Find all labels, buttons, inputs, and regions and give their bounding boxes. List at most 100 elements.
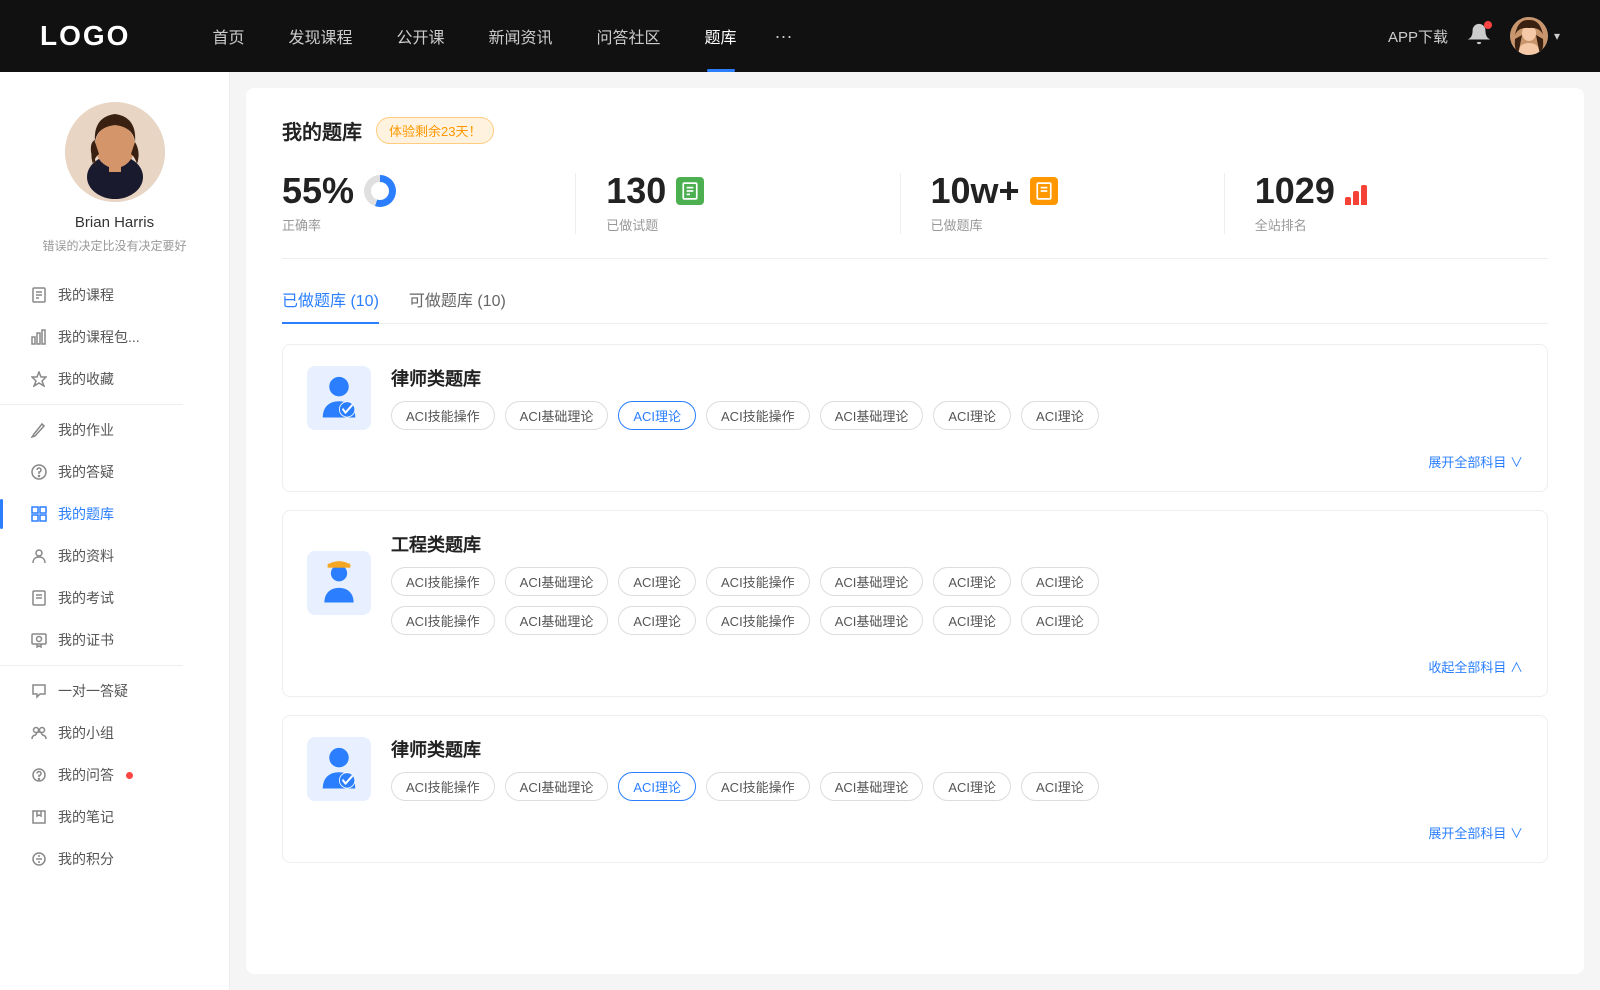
collapse-link-2[interactable]: 收起全部科目 ∧ (307, 657, 1523, 676)
tab-todo[interactable]: 可做题库 (10) (409, 287, 506, 323)
qa-icon (30, 766, 48, 784)
profile-name: Brian Harris (75, 214, 154, 231)
tag-2-1[interactable]: ACI基础理论 (505, 567, 609, 596)
bank-name-label-3: 律师类题库 (391, 736, 1099, 762)
tag-2-3[interactable]: ACI技能操作 (706, 567, 810, 596)
tag-3-0[interactable]: ACI技能操作 (391, 772, 495, 801)
sidebar-item-questionbank[interactable]: 我的题库 (0, 493, 229, 535)
stat-questions-done-label: 已做试题 (606, 215, 658, 234)
sidebar-label-group: 我的小组 (58, 723, 114, 743)
sidebar-item-certificate[interactable]: 我的证书 (0, 619, 229, 661)
sidebar-item-homework[interactable]: 我的作业 (0, 409, 229, 451)
stat-accuracy-value: 55% (282, 173, 354, 209)
bank-name-1: 律师类题库 ACI技能操作 ACI基础理论 ACI理论 ACI技能操作 ACI基… (391, 365, 1099, 430)
tag-2-2[interactable]: ACI理论 (618, 567, 696, 596)
sidebar-item-favorites[interactable]: 我的收藏 (0, 358, 229, 400)
sidebar-item-profile[interactable]: 我的资料 (0, 535, 229, 577)
tag-1-3[interactable]: ACI技能操作 (706, 401, 810, 430)
tag-3-6[interactable]: ACI理论 (1021, 772, 1099, 801)
tag-1-5[interactable]: ACI理论 (933, 401, 1011, 430)
tag-3-3[interactable]: ACI技能操作 (706, 772, 810, 801)
tag-2b-4[interactable]: ACI基础理论 (820, 606, 924, 635)
cert-icon (30, 631, 48, 649)
tag-2b-0[interactable]: ACI技能操作 (391, 606, 495, 635)
sidebar-label-course-package: 我的课程包... (58, 327, 140, 347)
tags-row-3: ACI技能操作 ACI基础理论 ACI理论 ACI技能操作 ACI基础理论 AC… (391, 772, 1099, 801)
person-icon (30, 547, 48, 565)
bank-name-2-wrap: 工程类题库 ACI技能操作 ACI基础理论 ACI理论 ACI技能操作 ACI基… (391, 531, 1523, 635)
tag-3-1[interactable]: ACI基础理论 (505, 772, 609, 801)
stat-banks-done-value: 10w+ (931, 173, 1020, 209)
tag-2-6[interactable]: ACI理论 (1021, 567, 1099, 596)
doc-orange-icon (1030, 177, 1058, 205)
bar3 (1361, 185, 1367, 205)
avatar-chevron: ▾ (1554, 29, 1560, 43)
sidebar-item-group[interactable]: 我的小组 (0, 712, 229, 754)
stat-rank-row: 1029 (1255, 173, 1373, 209)
nav-questionbank[interactable]: 题库 (683, 0, 759, 72)
sidebar-label-qa: 我的答疑 (58, 462, 114, 482)
sidebar-label-points: 我的积分 (58, 849, 114, 869)
sidebar-item-exam[interactable]: 我的考试 (0, 577, 229, 619)
tag-2-4[interactable]: ACI基础理论 (820, 567, 924, 596)
logo: LOGO (40, 20, 130, 52)
tag-2-5[interactable]: ACI理论 (933, 567, 1011, 596)
expand-link-1[interactable]: 展开全部科目 ∨ (307, 452, 1523, 471)
question-icon (30, 463, 48, 481)
app-download-link[interactable]: APP下载 (1388, 26, 1448, 47)
sidebar-item-points[interactable]: 我的积分 (0, 838, 229, 880)
sidebar-label-courses: 我的课程 (58, 285, 114, 305)
tag-1-4[interactable]: ACI基础理论 (820, 401, 924, 430)
nav-more[interactable]: ··· (759, 0, 809, 72)
tag-2b-6[interactable]: ACI理论 (1021, 606, 1099, 635)
nav-opencourse[interactable]: 公开课 (374, 0, 466, 72)
stat-questions-done-row: 130 (606, 173, 704, 209)
bank-card-1: 律师类题库 ACI技能操作 ACI基础理论 ACI理论 ACI技能操作 ACI基… (282, 344, 1548, 492)
tag-3-2[interactable]: ACI理论 (618, 772, 696, 801)
sidebar-item-1on1[interactable]: 一对一答疑 (0, 670, 229, 712)
tag-2b-5[interactable]: ACI理论 (933, 606, 1011, 635)
stat-questions-done: 130 已做试题 (576, 173, 900, 234)
profile-avatar (65, 102, 165, 202)
nav-qa[interactable]: 问答社区 (575, 0, 683, 72)
sidebar-item-qa[interactable]: 我的答疑 (0, 451, 229, 493)
stat-rank-label: 全站排名 (1255, 215, 1307, 234)
nav-news[interactable]: 新闻资讯 (467, 0, 575, 72)
nav-home[interactable]: 首页 (190, 0, 266, 72)
notification-bell[interactable] (1468, 23, 1490, 50)
doc-icon (30, 589, 48, 607)
profile-motto: 错误的决定比没有决定要好 (42, 237, 186, 254)
stat-banks-done-label: 已做题库 (931, 215, 983, 234)
divider1 (0, 404, 183, 405)
sidebar-item-course-package[interactable]: 我的课程包... (0, 316, 229, 358)
expand-link-3[interactable]: 展开全部科目 ∨ (307, 823, 1523, 842)
divider2 (0, 665, 183, 666)
tag-3-5[interactable]: ACI理论 (933, 772, 1011, 801)
tag-1-2[interactable]: ACI理论 (618, 401, 696, 430)
nav-discover[interactable]: 发现课程 (266, 0, 374, 72)
bank-name-label-2: 工程类题库 (391, 531, 1523, 557)
stats-row: 55% 正确率 130 已做试题 10w+ (282, 173, 1548, 259)
tag-2-0[interactable]: ACI技能操作 (391, 567, 495, 596)
tab-done[interactable]: 已做题库 (10) (282, 287, 379, 323)
sidebar-label-questionbank: 我的题库 (58, 504, 114, 524)
sidebar: Brian Harris 错误的决定比没有决定要好 我的课程 我的课程包... (0, 72, 230, 990)
sidebar-label-myqa: 我的问答 (58, 765, 114, 785)
tag-2b-3[interactable]: ACI技能操作 (706, 606, 810, 635)
sidebar-item-courses[interactable]: 我的课程 (0, 274, 229, 316)
tag-2b-1[interactable]: ACI基础理论 (505, 606, 609, 635)
page-header: 我的题库 体验剩余23天！ (282, 116, 1548, 145)
file-icon (30, 286, 48, 304)
tag-1-6[interactable]: ACI理论 (1021, 401, 1099, 430)
sidebar-menu: 我的课程 我的课程包... 我的收藏 我的作业 (0, 274, 229, 880)
layout: Brian Harris 错误的决定比没有决定要好 我的课程 我的课程包... (0, 72, 1600, 990)
sidebar-item-myqa[interactable]: 我的问答 (0, 754, 229, 796)
edit-icon (30, 421, 48, 439)
sidebar-label-1on1: 一对一答疑 (58, 681, 128, 701)
sidebar-item-notes[interactable]: 我的笔记 (0, 796, 229, 838)
user-avatar-menu[interactable]: ▾ (1510, 17, 1560, 55)
tag-1-0[interactable]: ACI技能操作 (391, 401, 495, 430)
tag-3-4[interactable]: ACI基础理论 (820, 772, 924, 801)
tag-2b-2[interactable]: ACI理论 (618, 606, 696, 635)
tag-1-1[interactable]: ACI基础理论 (505, 401, 609, 430)
